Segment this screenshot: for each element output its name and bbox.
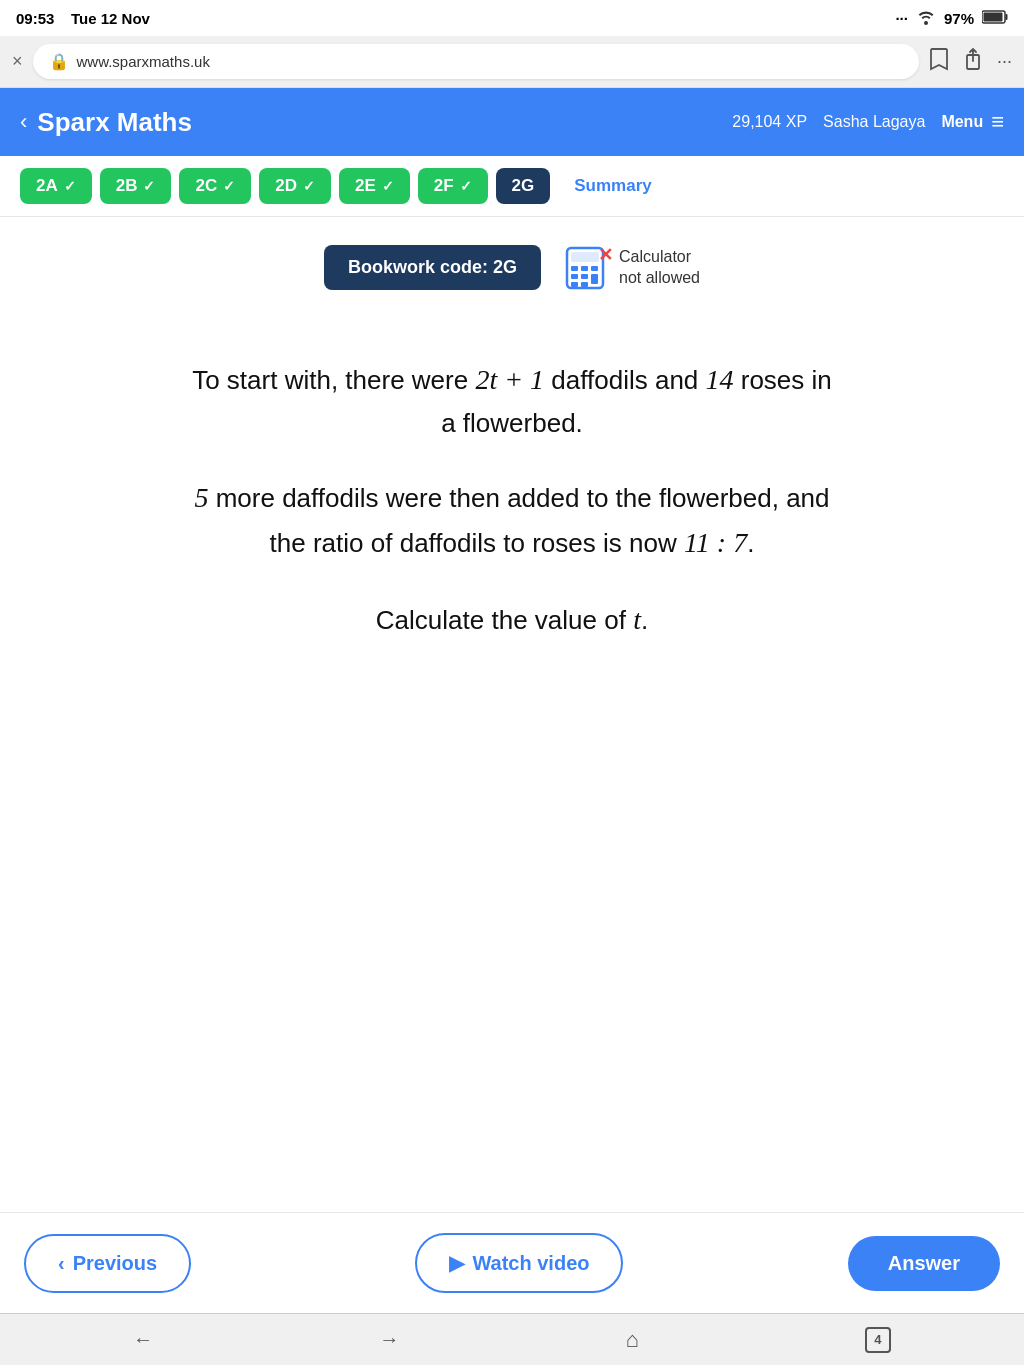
tab-2b-label: 2B — [116, 176, 138, 196]
tab-2g[interactable]: 2G — [496, 168, 551, 204]
tab-2g-label: 2G — [512, 176, 535, 196]
svg-rect-9 — [571, 274, 578, 279]
question-paragraph-2: 5 more daffodils were then added to the … — [60, 476, 964, 566]
tabs-count: 4 — [874, 1332, 881, 1347]
previous-chevron-icon: ‹ — [58, 1252, 65, 1275]
main-content: ‹ Sparx Maths 29,104 XP Sasha Lagaya Men… — [0, 88, 1024, 875]
tab-2f-label: 2F — [434, 176, 454, 196]
back-button[interactable]: ‹ — [20, 109, 27, 135]
watch-video-button[interactable]: ▶ Watch video — [415, 1233, 623, 1293]
lock-icon: 🔒 — [49, 52, 69, 71]
watch-video-label: Watch video — [472, 1252, 589, 1275]
tab-2a[interactable]: 2A ✓ — [20, 168, 92, 204]
browser-back-button[interactable]: ← — [133, 1328, 153, 1351]
url-text: www.sparxmaths.uk — [77, 53, 210, 70]
browser-actions: ··· — [929, 47, 1012, 76]
video-icon: ▶ — [449, 1251, 464, 1275]
svg-rect-5 — [571, 252, 599, 262]
svg-rect-7 — [581, 266, 588, 271]
no-calculator-x-icon: ✕ — [598, 244, 613, 266]
status-time-date: 09:53 Tue 12 Nov — [16, 10, 150, 27]
share-icon[interactable] — [963, 47, 983, 76]
tab-2c-label: 2C — [195, 176, 217, 196]
calculator-icon-wrapper: ✕ — [565, 246, 609, 290]
tab-2a-label: 2A — [36, 176, 58, 196]
tab-2e-label: 2E — [355, 176, 376, 196]
math-expression-4: 11 : 7 — [684, 527, 747, 558]
browser-bar: × 🔒 www.sparxmaths.uk ··· — [0, 36, 1024, 88]
math-expression-3: 5 — [194, 482, 208, 513]
browser-forward-button[interactable]: → — [379, 1328, 399, 1351]
svg-rect-13 — [581, 282, 588, 287]
svg-rect-10 — [581, 274, 588, 279]
tab-2a-check: ✓ — [64, 178, 76, 194]
tab-2f[interactable]: 2F ✓ — [418, 168, 488, 204]
hamburger-icon: ≡ — [991, 109, 1004, 135]
svg-rect-6 — [571, 266, 578, 271]
question-content: To start with, there were 2t + 1 daffodi… — [0, 318, 1024, 715]
app-header: ‹ Sparx Maths 29,104 XP Sasha Lagaya Men… — [0, 88, 1024, 156]
tab-2f-check: ✓ — [460, 178, 472, 194]
header-right: 29,104 XP Sasha Lagaya Menu ≡ — [732, 109, 1004, 135]
header-left: ‹ Sparx Maths — [20, 107, 192, 138]
tab-2c[interactable]: 2C ✓ — [179, 168, 251, 204]
status-bar: 09:53 Tue 12 Nov ··· 97% — [0, 0, 1024, 36]
question-paragraph-1: To start with, there were 2t + 1 daffodi… — [60, 358, 964, 444]
tab-2e-check: ✓ — [382, 178, 394, 194]
tab-2b[interactable]: 2B ✓ — [100, 168, 172, 204]
tab-2b-check: ✓ — [143, 178, 155, 194]
math-expression-1: 2t + 1 — [475, 364, 544, 395]
question-paragraph-3: Calculate the value of t. — [60, 598, 964, 643]
user-name: Sasha Lagaya — [823, 113, 925, 131]
bookmark-icon[interactable] — [929, 47, 949, 76]
math-expression-t: t — [633, 604, 641, 635]
bottom-action-bar: ‹ Previous ▶ Watch video Answer — [0, 1212, 1024, 1313]
previous-button[interactable]: ‹ Previous — [24, 1234, 191, 1293]
app-title: Sparx Maths — [37, 107, 192, 138]
status-date: Tue 12 Nov — [71, 10, 150, 27]
question-text: To start with, there were 2t + 1 daffodi… — [60, 358, 964, 643]
battery-percent: 97% — [944, 10, 974, 27]
menu-label: Menu — [941, 113, 983, 131]
status-time: 09:53 — [16, 10, 54, 27]
tab-2c-check: ✓ — [223, 178, 235, 194]
bookwork-code: Bookwork code: 2G — [324, 245, 541, 290]
calculator-badge: ✕ Calculator not allowed — [565, 246, 700, 290]
more-options-icon[interactable]: ··· — [997, 51, 1012, 72]
wifi-icon — [916, 9, 936, 28]
tab-navigation: 2A ✓ 2B ✓ 2C ✓ 2D ✓ 2E ✓ 2F ✓ 2G Summary — [0, 156, 1024, 217]
menu-button[interactable]: Menu ≡ — [941, 109, 1004, 135]
tab-2e[interactable]: 2E ✓ — [339, 168, 410, 204]
battery-icon — [982, 10, 1008, 27]
tab-2d-label: 2D — [275, 176, 297, 196]
svg-rect-11 — [591, 274, 598, 284]
svg-rect-8 — [591, 266, 598, 271]
browser-close-button[interactable]: × — [12, 51, 23, 72]
xp-display: 29,104 XP — [732, 113, 807, 131]
url-bar[interactable]: 🔒 www.sparxmaths.uk — [33, 44, 919, 79]
answer-button[interactable]: Answer — [848, 1236, 1000, 1291]
tab-summary[interactable]: Summary — [558, 168, 667, 204]
browser-tabs-button[interactable]: 4 — [865, 1327, 891, 1353]
tab-summary-label: Summary — [574, 176, 651, 196]
status-icons: ··· 97% — [895, 9, 1008, 28]
answer-label: Answer — [888, 1252, 960, 1274]
tab-2d-check: ✓ — [303, 178, 315, 194]
browser-bottom-bar: ← → ⌂ 4 — [0, 1313, 1024, 1365]
tab-2d[interactable]: 2D ✓ — [259, 168, 331, 204]
svg-rect-2 — [984, 12, 1003, 21]
bookwork-area: Bookwork code: 2G — [0, 217, 1024, 318]
svg-rect-1 — [1006, 14, 1008, 20]
browser-home-button[interactable]: ⌂ — [625, 1327, 638, 1353]
previous-label: Previous — [73, 1252, 157, 1275]
svg-rect-12 — [571, 282, 578, 287]
math-expression-2: 14 — [706, 364, 734, 395]
ellipsis-icon: ··· — [895, 10, 908, 27]
calculator-not-allowed-text: Calculator not allowed — [619, 247, 700, 289]
